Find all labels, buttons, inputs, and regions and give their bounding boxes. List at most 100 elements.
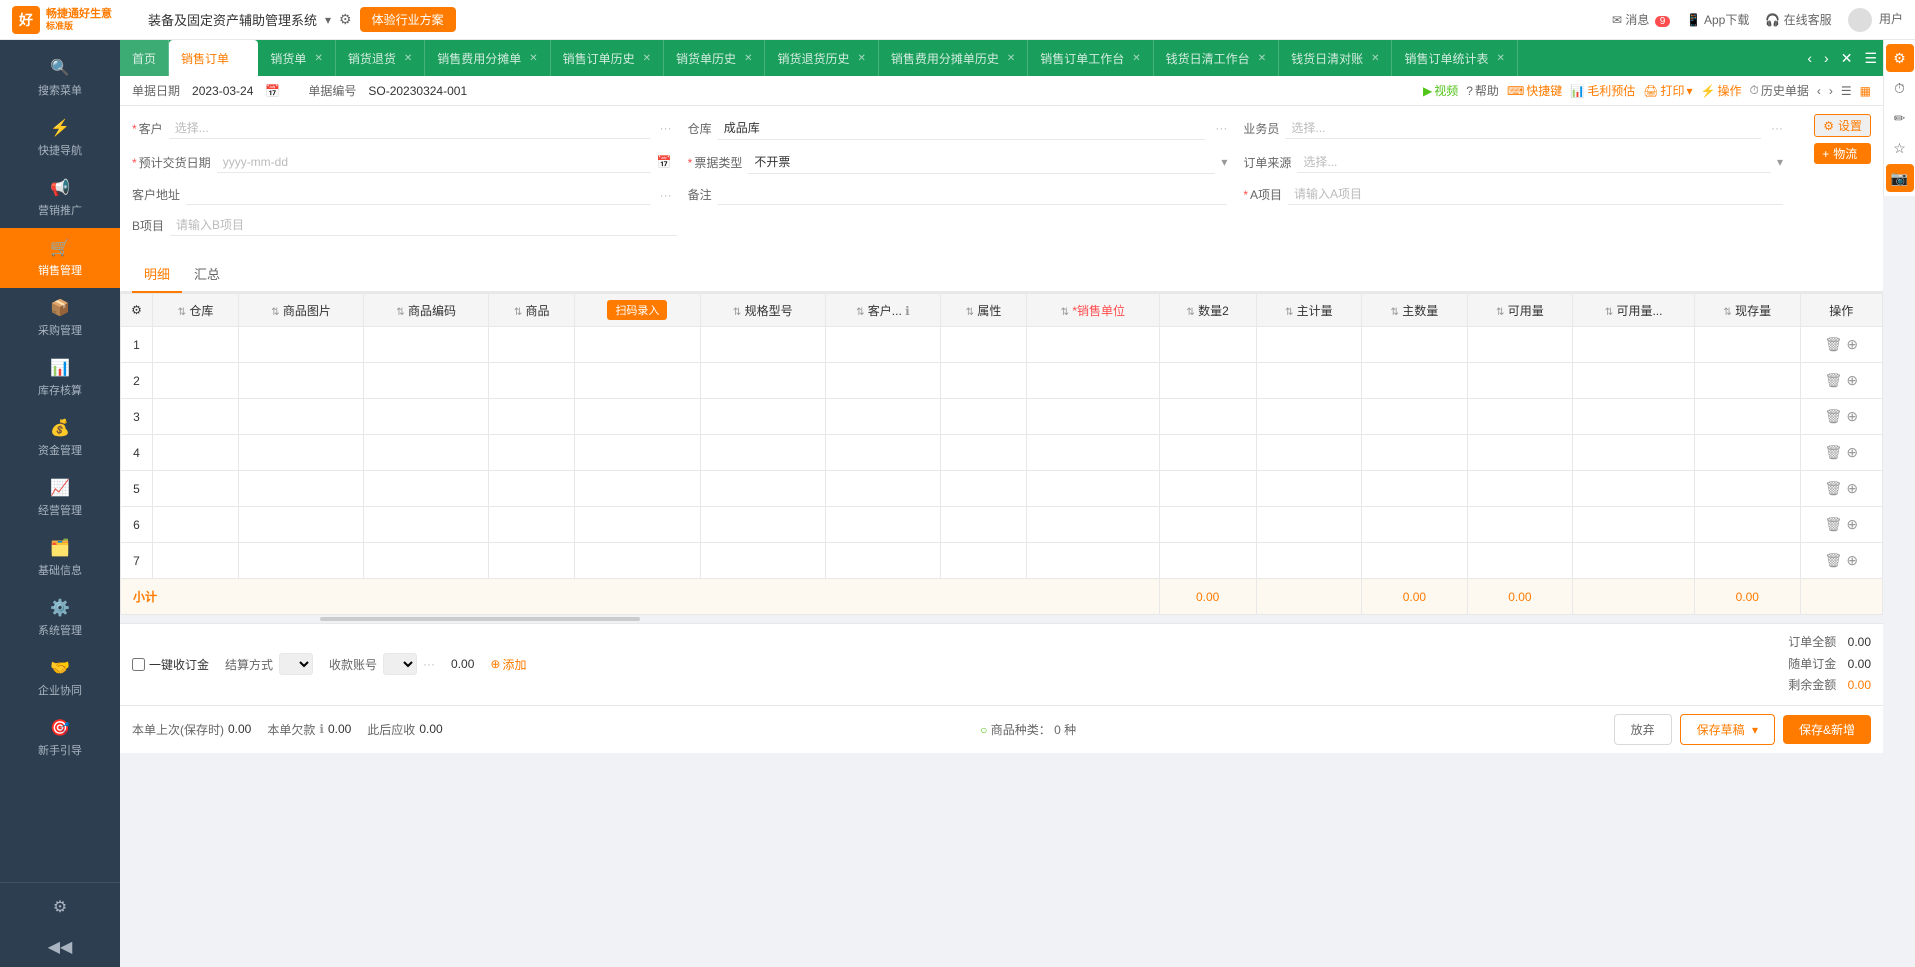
tab-sales-refund-history[interactable]: 销货退货历史 ✕ — [765, 40, 878, 76]
tab-sales-return-history[interactable]: 销货单历史 ✕ — [664, 40, 765, 76]
right-panel-star[interactable]: ☆ — [1886, 134, 1914, 162]
sidebar-item-purchase[interactable]: 📦 采购管理 — [0, 288, 120, 348]
bank-account-select[interactable] — [383, 653, 417, 675]
col-product-code[interactable]: 商品编码 — [364, 294, 489, 327]
tab-close-icon[interactable]: ✕ — [1371, 53, 1379, 64]
cell-scan[interactable] — [575, 327, 701, 363]
settings-icon[interactable]: ⚙ — [339, 11, 352, 28]
col-available[interactable]: 可用量 — [1467, 294, 1573, 327]
save-draft-dropdown-icon[interactable]: ▾ — [1752, 723, 1758, 737]
ops-link[interactable]: ⚡ 操作 — [1701, 82, 1742, 99]
staff-more-icon[interactable]: ··· — [1771, 121, 1783, 135]
discard-button[interactable]: 放弃 — [1614, 714, 1672, 745]
invoice-dropdown-icon[interactable]: ▾ — [1221, 155, 1227, 169]
scroll-indicator[interactable] — [320, 617, 640, 621]
sidebar-item-guide[interactable]: 🎯 新手引导 — [0, 708, 120, 768]
tab-sales-order-history[interactable]: 销售订单历史 ✕ — [551, 40, 664, 76]
warehouse-more-icon[interactable]: ··· — [1215, 121, 1227, 135]
tab-close-icon[interactable]: ✕ — [314, 53, 322, 64]
scan-button[interactable]: 扫码录入 — [607, 300, 667, 320]
grid-view-icon[interactable]: ▦ — [1860, 84, 1871, 98]
cell-product-img[interactable] — [238, 327, 363, 363]
user-area[interactable]: 用户 — [1848, 8, 1903, 32]
tab-close-icon[interactable]: ✕ — [529, 53, 537, 64]
settings-button[interactable]: ⚙ 设置 — [1814, 114, 1871, 137]
sidebar-item-settings[interactable]: ⚙ — [0, 887, 120, 927]
tab-close-icon[interactable]: ✕ — [643, 53, 651, 64]
delete-row-icon[interactable]: 🗑 — [1825, 552, 1843, 569]
col-available2[interactable]: 可用量... — [1573, 294, 1695, 327]
delete-row-icon[interactable]: 🗑 — [1825, 480, 1843, 497]
cell-main-qty[interactable] — [1362, 327, 1468, 363]
col-spec[interactable]: 规格型号 — [700, 294, 825, 327]
col-product-img[interactable]: 商品图片 — [238, 294, 363, 327]
logistics-button[interactable]: + 物流 — [1814, 143, 1871, 164]
col-main-unit[interactable]: 主计量 — [1256, 294, 1362, 327]
tab-sales-order[interactable]: 销售订单 ✕ — [169, 40, 258, 76]
tab-close-icon[interactable]: ✕ — [744, 53, 752, 64]
info-icon-debt[interactable]: ℹ — [319, 722, 324, 736]
tab-sales-refund[interactable]: 销货退货 ✕ — [336, 40, 425, 76]
cell-available[interactable] — [1467, 327, 1573, 363]
col-scan[interactable]: 扫码录入 — [575, 294, 701, 327]
copy-row-icon[interactable]: ⊕ — [1846, 480, 1858, 497]
cell-warehouse[interactable] — [153, 327, 239, 363]
print-link[interactable]: 🖨 打印 ▾ — [1643, 82, 1692, 99]
col-product[interactable]: 商品 — [489, 294, 575, 327]
copy-row-icon[interactable]: ⊕ — [1846, 516, 1858, 533]
tab-close-icon[interactable]: ✕ — [857, 53, 865, 64]
copy-row-icon[interactable]: ⊕ — [1846, 336, 1858, 353]
copy-row-icon[interactable]: ⊕ — [1846, 552, 1858, 569]
delivery-date-input[interactable] — [217, 152, 651, 173]
order-source-dropdown-icon[interactable]: ▾ — [1777, 155, 1783, 169]
order-source-input[interactable] — [1297, 152, 1771, 173]
right-panel-history[interactable]: ⏱ — [1886, 74, 1914, 102]
cell-product[interactable] — [489, 327, 575, 363]
col-sales-unit[interactable]: *销售单位 — [1026, 294, 1159, 327]
cell-attribute[interactable] — [940, 327, 1026, 363]
bank-more-icon[interactable]: ··· — [423, 657, 435, 671]
sidebar-item-enterprise[interactable]: 🤝 企业协同 — [0, 648, 120, 708]
sidebar-item-inventory[interactable]: 📊 库存核算 — [0, 348, 120, 408]
sidebar-item-finance[interactable]: 💰 资金管理 — [0, 408, 120, 468]
right-panel-edit[interactable]: ✏ — [1886, 104, 1914, 132]
tab-close-icon[interactable]: ✕ — [404, 53, 412, 64]
online-service-link[interactable]: 🎧 在线客服 — [1765, 11, 1831, 28]
sidebar-item-quicknav[interactable]: ⚡ 快捷导航 — [0, 108, 120, 168]
customer-more-icon[interactable]: ··· — [660, 121, 672, 135]
sidebar-item-marketing[interactable]: 📢 营销推广 — [0, 168, 120, 228]
tab-sales-return[interactable]: 销货单 ✕ — [258, 40, 335, 76]
tab-home[interactable]: 首页 — [120, 40, 169, 76]
view-link[interactable]: ▶ 视频 — [1423, 82, 1458, 99]
col-attribute[interactable]: 属性 — [940, 294, 1026, 327]
list-view-icon[interactable]: ☰ — [1841, 84, 1852, 98]
tab-sales-order-workbench[interactable]: 销售订单工作台 ✕ — [1028, 40, 1153, 76]
delete-row-icon[interactable]: 🗑 — [1825, 516, 1843, 533]
tab-close-all-button[interactable]: ✕ — [1835, 50, 1859, 67]
delete-row-icon[interactable]: 🗑 — [1825, 408, 1843, 425]
tab-close-icon[interactable]: ✕ — [1132, 53, 1140, 64]
history-link[interactable]: ⏱ 历史单据 — [1750, 82, 1809, 99]
col-qty2[interactable]: 数量2 — [1159, 294, 1256, 327]
tab-cash-daily-reconcile[interactable]: 钱货日清对账 ✕ — [1279, 40, 1392, 76]
col-warehouse[interactable]: 仓库 — [153, 294, 239, 327]
col-current-stock[interactable]: 现存量 — [1695, 294, 1801, 327]
tab-sales-fee-split[interactable]: 销售费用分摊单 ✕ — [425, 40, 550, 76]
cell-qty2[interactable] — [1159, 327, 1256, 363]
b-project-input[interactable] — [170, 215, 677, 236]
cell-available2[interactable] — [1573, 327, 1695, 363]
sidebar-item-base[interactable]: 🗂️ 基础信息 — [0, 528, 120, 588]
tab-close-icon[interactable]: ✕ — [237, 53, 245, 64]
product-count-link[interactable]: ○ 商品种类： 0 种 — [980, 723, 1076, 737]
add-payment-link[interactable]: ⊕ 添加 — [490, 656, 526, 673]
save-draft-button[interactable]: 保存草稿 ▾ — [1680, 714, 1775, 745]
cell-main-unit[interactable] — [1256, 327, 1362, 363]
tab-sales-order-stats[interactable]: 销售订单统计表 ✕ — [1392, 40, 1517, 76]
cell-current-stock[interactable] — [1695, 327, 1801, 363]
industry-solution-button[interactable]: 体验行业方案 — [360, 7, 456, 32]
tab-sales-fee-history[interactable]: 销售费用分摊单历史 ✕ — [879, 40, 1028, 76]
tab-close-icon[interactable]: ✕ — [1497, 53, 1505, 64]
tab-close-icon[interactable]: ✕ — [1258, 53, 1266, 64]
calendar-icon[interactable]: 📅 — [265, 84, 280, 98]
tab-summary[interactable]: 汇总 — [182, 256, 232, 293]
